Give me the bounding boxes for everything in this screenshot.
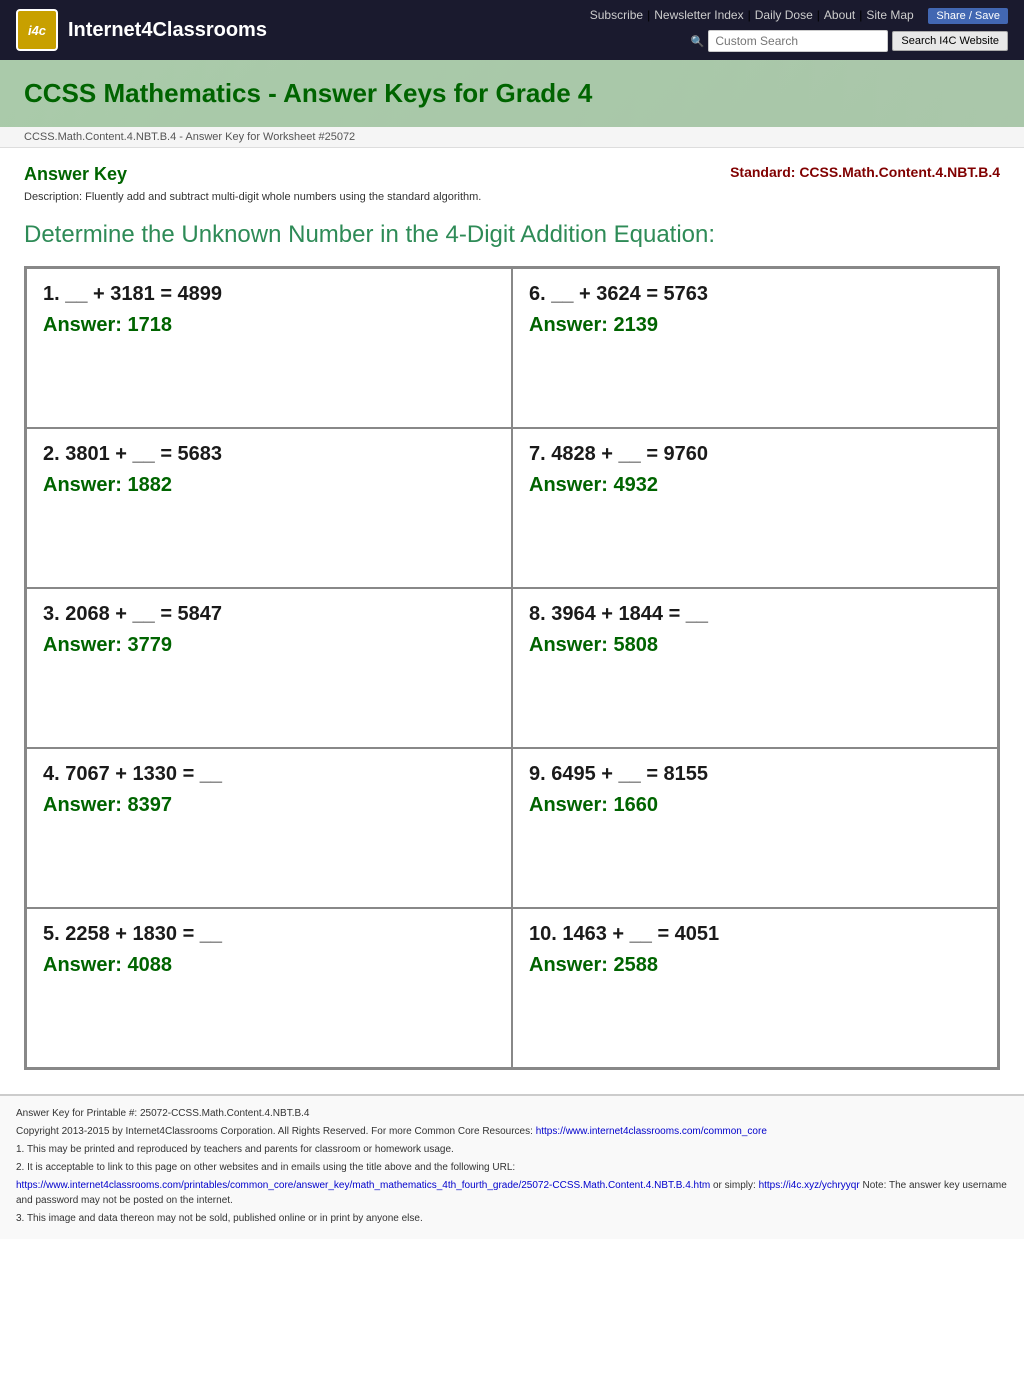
search-bar: 🔍 Search I4C Website [691, 30, 1008, 52]
nav-links: Subscribe | Newsletter Index | Daily Dos… [590, 8, 1008, 24]
problem-cell-10: 10. 1463 + __ = 4051 Answer: 2588 [512, 908, 998, 1068]
footer-url-short[interactable]: https://i4c.xyz/ychryyqr [759, 1180, 860, 1191]
problem-answer-1: Answer: 1718 [43, 314, 495, 337]
problem-equation-8: 8. 3964 + 1844 = __ [529, 603, 981, 626]
nav-daily-dose[interactable]: Daily Dose [755, 8, 813, 24]
search-input[interactable] [708, 30, 888, 52]
problem-cell-5: 5. 2258 + 1830 = __ Answer: 4088 [26, 908, 512, 1068]
nav-site-map[interactable]: Site Map [866, 8, 913, 24]
answer-key-header: Answer Key Standard: CCSS.Math.Content.4… [24, 164, 1000, 185]
answer-key-title: Answer Key [24, 164, 127, 185]
nav-subscribe[interactable]: Subscribe [590, 8, 643, 24]
problem-cell-6: 6. __ + 3624 = 5763 Answer: 2139 [512, 268, 998, 428]
logo-area: i4c Internet4Classrooms [16, 9, 267, 51]
nav-newsletter-index[interactable]: Newsletter Index [654, 8, 743, 24]
footer-copyright: Copyright 2013-2015 by Internet4Classroo… [16, 1124, 1008, 1139]
problem-cell-3: 3. 2068 + __ = 5847 Answer: 3779 [26, 588, 512, 748]
page-title: CCSS Mathematics - Answer Keys for Grade… [24, 78, 1000, 109]
footer-url-long[interactable]: https://www.internet4classrooms.com/prin… [16, 1180, 710, 1191]
nav-about[interactable]: About [824, 8, 855, 24]
problem-cell-9: 9. 6495 + __ = 8155 Answer: 1660 [512, 748, 998, 908]
site-title: Internet4Classrooms [68, 19, 267, 42]
nav-sep1: | [647, 8, 650, 24]
problems-grid: 1. __ + 3181 = 4899 Answer: 1718 6. __ +… [24, 266, 1000, 1070]
top-navigation: Subscribe | Newsletter Index | Daily Dos… [590, 8, 1008, 52]
problem-answer-5: Answer: 4088 [43, 954, 495, 977]
problem-cell-1: 1. __ + 3181 = 4899 Answer: 1718 [26, 268, 512, 428]
problem-answer-8: Answer: 5808 [529, 634, 981, 657]
site-header: i4c Internet4Classrooms Subscribe | News… [0, 0, 1024, 60]
problem-equation-1: 1. __ + 3181 = 4899 [43, 283, 495, 306]
problem-equation-10: 10. 1463 + __ = 4051 [529, 923, 981, 946]
problem-equation-3: 3. 2068 + __ = 5847 [43, 603, 495, 626]
problem-answer-2: Answer: 1882 [43, 474, 495, 497]
problem-answer-6: Answer: 2139 [529, 314, 981, 337]
problem-equation-7: 7. 4828 + __ = 9760 [529, 443, 981, 466]
share-save-button[interactable]: Share / Save [928, 8, 1008, 24]
description-text: Description: Fluently add and subtract m… [24, 191, 1000, 203]
problem-answer-7: Answer: 4932 [529, 474, 981, 497]
content-area: Answer Key Standard: CCSS.Math.Content.4… [0, 148, 1024, 1086]
problem-equation-9: 9. 6495 + __ = 8155 [529, 763, 981, 786]
footer-note3: 3. This image and data thereon may not b… [16, 1211, 1008, 1226]
page-banner: CCSS Mathematics - Answer Keys for Grade… [0, 60, 1024, 127]
footer-note1: 1. This may be printed and reproduced by… [16, 1142, 1008, 1157]
footer-common-core-link[interactable]: https://www.internet4classrooms.com/comm… [536, 1126, 767, 1137]
problem-answer-10: Answer: 2588 [529, 954, 981, 977]
nav-sep2: | [748, 8, 751, 24]
problem-answer-9: Answer: 1660 [529, 794, 981, 817]
problem-equation-4: 4. 7067 + 1330 = __ [43, 763, 495, 786]
problem-cell-2: 2. 3801 + __ = 5683 Answer: 1882 [26, 428, 512, 588]
site-logo: i4c [16, 9, 58, 51]
problem-cell-8: 8. 3964 + 1844 = __ Answer: 5808 [512, 588, 998, 748]
footer: Answer Key for Printable #: 25072-CCSS.M… [0, 1094, 1024, 1239]
search-button[interactable]: Search I4C Website [892, 31, 1008, 51]
problem-equation-5: 5. 2258 + 1830 = __ [43, 923, 495, 946]
problem-equation-2: 2. 3801 + __ = 5683 [43, 443, 495, 466]
problem-equation-6: 6. __ + 3624 = 5763 [529, 283, 981, 306]
problem-answer-4: Answer: 8397 [43, 794, 495, 817]
nav-sep3: | [817, 8, 820, 24]
problem-cell-4: 4. 7067 + 1330 = __ Answer: 8397 [26, 748, 512, 908]
footer-note2: 2. It is acceptable to link to this page… [16, 1160, 1008, 1175]
problem-answer-3: Answer: 3779 [43, 634, 495, 657]
google-search-label: 🔍 [691, 35, 705, 48]
worksheet-title: Determine the Unknown Number in the 4-Di… [24, 219, 1000, 250]
standard-label: Standard: CCSS.Math.Content.4.NBT.B.4 [730, 164, 1000, 180]
footer-url: https://www.internet4classrooms.com/prin… [16, 1178, 1008, 1208]
nav-sep4: | [859, 8, 862, 24]
footer-printable-ref: Answer Key for Printable #: 25072-CCSS.M… [16, 1106, 1008, 1121]
breadcrumb: CCSS.Math.Content.4.NBT.B.4 - Answer Key… [0, 127, 1024, 148]
problem-cell-7: 7. 4828 + __ = 9760 Answer: 4932 [512, 428, 998, 588]
